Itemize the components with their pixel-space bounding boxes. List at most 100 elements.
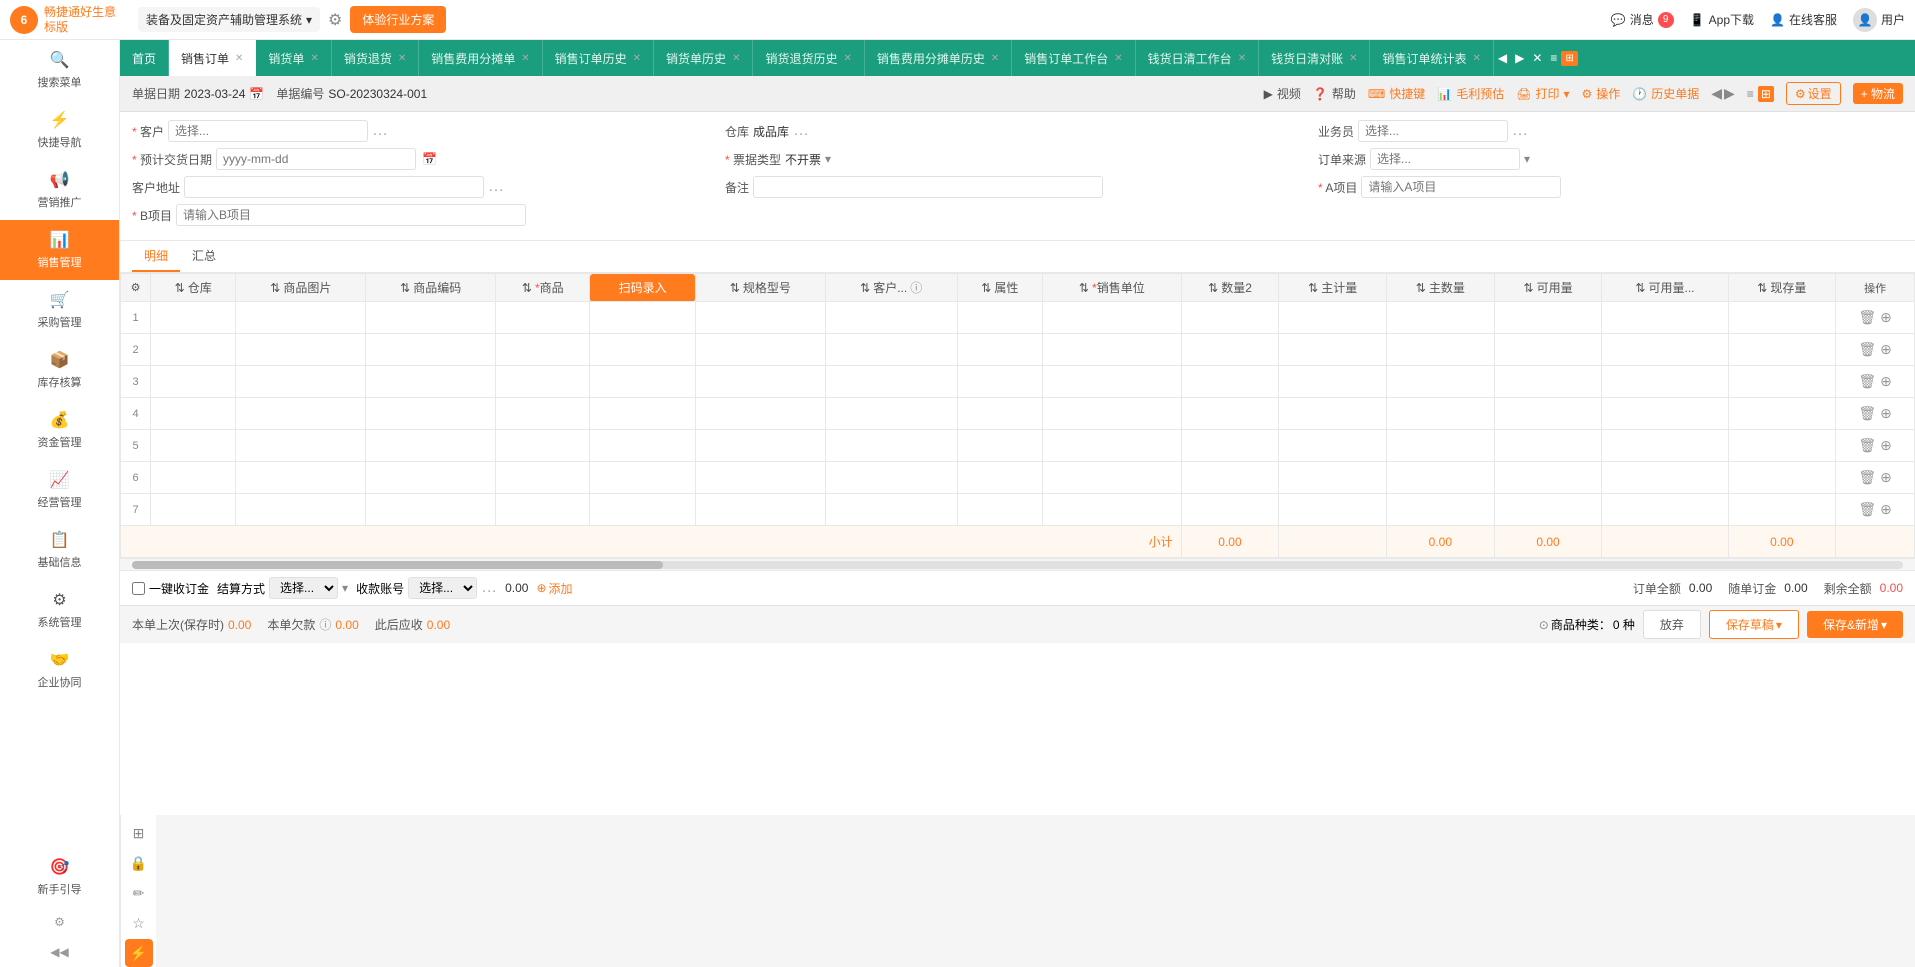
row-5-main-unit[interactable] (1279, 430, 1387, 462)
row-5-copy-btn[interactable]: ⊕ (1880, 437, 1892, 454)
row-2-unit[interactable] (1043, 334, 1182, 366)
staff-input[interactable] (1358, 120, 1508, 142)
row-3-scan[interactable] (590, 366, 696, 398)
row-5-code[interactable] (366, 430, 496, 462)
product-types-icon[interactable]: ⊙ (1539, 618, 1549, 632)
sidebar-item-guide[interactable]: 🎯 新手引导 (0, 847, 119, 907)
row-5-image[interactable] (236, 430, 366, 462)
one-click-checkbox[interactable] (132, 582, 145, 595)
tab-sales-return-history[interactable]: 销货退货历史 ✕ (753, 40, 864, 76)
current-debt-info-icon[interactable]: ⓘ (319, 616, 331, 633)
sidebar-item-inventory[interactable]: 📦 库存核算 (0, 340, 119, 400)
row-6-scan[interactable] (590, 462, 696, 494)
right-panel-btn-1[interactable]: ⊞ (125, 819, 153, 847)
right-panel-btn-5[interactable]: ⚡ (125, 939, 153, 967)
row-2-attr[interactable] (957, 334, 1042, 366)
save-new-chevron[interactable]: ▾ (1881, 618, 1887, 632)
tab-daily-clear-reconcile[interactable]: 钱货日清对账 ✕ (1259, 40, 1370, 76)
sub-tab-detail[interactable]: 明细 (132, 241, 180, 272)
row-6-customer-spec[interactable] (825, 462, 957, 494)
staff-more-icon[interactable]: … (1512, 122, 1528, 140)
customer-more-icon[interactable]: … (372, 122, 388, 140)
row-2-qty2[interactable] (1181, 334, 1279, 366)
tab-sales-workbench[interactable]: 销售订单工作台 ✕ (1012, 40, 1135, 76)
nav-next-icon[interactable]: ▶ (1724, 85, 1735, 102)
row-2-avail[interactable] (1494, 334, 1602, 366)
settings-icon[interactable]: ⚙ (328, 10, 342, 30)
row-4-main-unit[interactable] (1279, 398, 1387, 430)
scrollbar-thumb[interactable] (132, 561, 663, 569)
row-6-image[interactable] (236, 462, 366, 494)
tab-nav-expand[interactable]: ⊞ (1561, 51, 1577, 66)
row-5-avail[interactable] (1494, 430, 1602, 462)
tab-sales-stats[interactable]: 销售订单统计表 ✕ (1370, 40, 1493, 76)
abandon-btn[interactable]: 放弃 (1643, 610, 1701, 639)
row-4-unit[interactable] (1043, 398, 1182, 430)
row-7-warehouse[interactable] (151, 494, 236, 526)
row-4-copy-btn[interactable]: ⊕ (1880, 405, 1892, 422)
draft-btn[interactable]: 保存草稿 ▾ (1709, 610, 1799, 639)
row-1-attr[interactable] (957, 302, 1042, 334)
toolbar-view[interactable]: ▶ 视频 (1264, 85, 1301, 102)
sub-tab-summary[interactable]: 汇总 (180, 241, 228, 272)
row-7-stock[interactable] (1728, 494, 1836, 526)
tab-sales-workbench-close[interactable]: ✕ (1114, 53, 1122, 64)
row-2-warehouse[interactable] (151, 334, 236, 366)
tab-sales-return-close[interactable]: ✕ (398, 53, 406, 64)
tab-sales-expense-close[interactable]: ✕ (521, 53, 529, 64)
sidebar-item-enterprise[interactable]: 🤝 企业协同 (0, 640, 119, 700)
row-4-delete-btn[interactable]: 🗑 (1858, 405, 1876, 422)
row-5-customer-spec[interactable] (825, 430, 957, 462)
th-gear[interactable]: ⚙ (121, 274, 151, 302)
tab-sales-order-history-close[interactable]: ✕ (633, 53, 641, 64)
row-1-scan[interactable] (590, 302, 696, 334)
app-download-item[interactable]: 📱 App下载 (1690, 11, 1754, 28)
tab-sales-return-history-close[interactable]: ✕ (843, 53, 851, 64)
row-2-scan[interactable] (590, 334, 696, 366)
row-2-main-unit[interactable] (1279, 334, 1387, 366)
right-panel-btn-4[interactable]: ☆ (125, 909, 153, 937)
row-3-image[interactable] (236, 366, 366, 398)
draft-chevron[interactable]: ▾ (1776, 618, 1782, 632)
row-3-main-qty[interactable] (1387, 366, 1495, 398)
tab-sales-slip-close[interactable]: ✕ (310, 53, 318, 64)
row-7-copy-btn[interactable]: ⊕ (1880, 501, 1892, 518)
tab-sales-return[interactable]: 销货退货 ✕ (332, 40, 419, 76)
add-logistics-btn[interactable]: + 物流 (1853, 83, 1903, 104)
sidebar-item-sales[interactable]: 📊 销售管理 (0, 220, 119, 280)
row-7-main-qty[interactable] (1387, 494, 1495, 526)
row-4-attr[interactable] (957, 398, 1042, 430)
tab-sales-slip-history-close[interactable]: ✕ (732, 53, 740, 64)
row-7-customer-spec[interactable] (825, 494, 957, 526)
row-3-delete-btn[interactable]: 🗑 (1858, 373, 1876, 390)
row-2-stock[interactable] (1728, 334, 1836, 366)
row-5-product[interactable] (496, 430, 590, 462)
row-1-stock[interactable] (1728, 302, 1836, 334)
row-6-product[interactable] (496, 462, 590, 494)
setting-btn[interactable]: ⚙ 设置 (1786, 82, 1841, 105)
row-6-avail2[interactable] (1602, 462, 1728, 494)
row-1-main-unit[interactable] (1279, 302, 1387, 334)
account-more-icon[interactable]: … (481, 579, 497, 597)
row-6-avail[interactable] (1494, 462, 1602, 494)
row-3-product[interactable] (496, 366, 590, 398)
row-5-spec[interactable] (695, 430, 825, 462)
row-7-code[interactable] (366, 494, 496, 526)
row-4-scan[interactable] (590, 398, 696, 430)
th-scan[interactable]: 扫码录入 (590, 274, 696, 302)
row-3-attr[interactable] (957, 366, 1042, 398)
row-5-attr[interactable] (957, 430, 1042, 462)
row-7-avail[interactable] (1494, 494, 1602, 526)
row-6-unit[interactable] (1043, 462, 1182, 494)
row-5-stock[interactable] (1728, 430, 1836, 462)
customer-address-input[interactable] (184, 176, 484, 198)
row-4-customer-spec[interactable] (825, 398, 957, 430)
row-1-spec[interactable] (695, 302, 825, 334)
row-1-warehouse[interactable] (151, 302, 236, 334)
row-7-unit[interactable] (1043, 494, 1182, 526)
row-4-spec[interactable] (695, 398, 825, 430)
order-source-chevron[interactable]: ▾ (1524, 152, 1530, 166)
message-item[interactable]: 💬 消息 9 (1611, 11, 1674, 28)
tab-sales-expense-history[interactable]: 销售费用分摊单历史 ✕ (865, 40, 1012, 76)
row-7-delete-btn[interactable]: 🗑 (1858, 501, 1876, 518)
